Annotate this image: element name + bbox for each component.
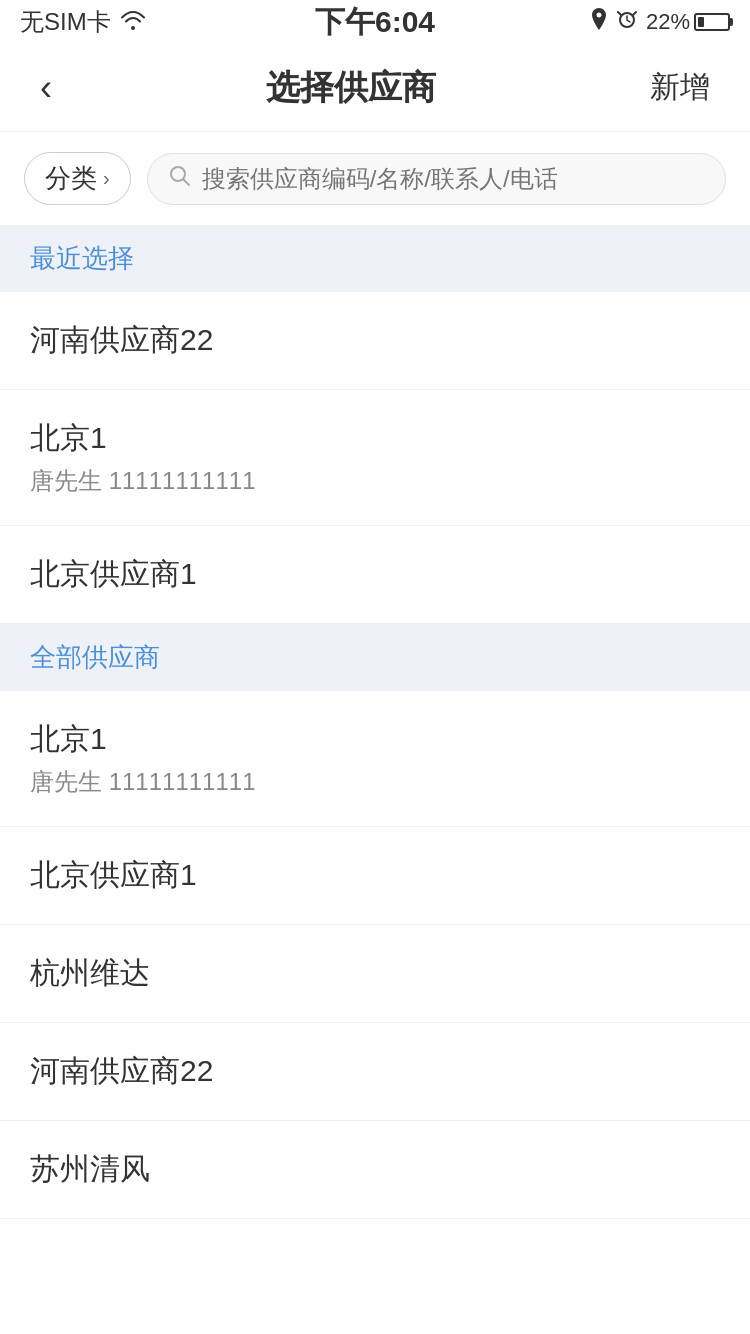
all-list-item[interactable]: 河南供应商22 [0, 1023, 750, 1121]
item-name: 河南供应商22 [30, 320, 720, 361]
recent-section-label: 最近选择 [30, 243, 134, 273]
wifi-icon [119, 8, 147, 36]
item-name: 河南供应商22 [30, 1051, 720, 1092]
battery-box [694, 13, 730, 31]
item-name: 北京供应商1 [30, 855, 720, 896]
carrier-text: 无SIM卡 [20, 6, 111, 38]
status-time: 下午6:04 [315, 2, 435, 43]
nav-bar: ‹ 选择供应商 新增 [0, 44, 750, 132]
battery-text: 22% [646, 9, 690, 35]
search-input[interactable] [202, 165, 705, 193]
status-left: 无SIM卡 [20, 6, 147, 38]
back-button[interactable]: ‹ [30, 57, 62, 119]
item-name: 北京1 [30, 719, 720, 760]
item-name: 北京供应商1 [30, 554, 720, 595]
all-list-item[interactable]: 杭州维达 [0, 925, 750, 1023]
alarm-icon [616, 8, 638, 36]
nav-title: 选择供应商 [266, 65, 436, 111]
item-name: 北京1 [30, 418, 720, 459]
item-name: 苏州清风 [30, 1149, 720, 1190]
item-name: 杭州维达 [30, 953, 720, 994]
all-section-label: 全部供应商 [30, 642, 160, 672]
all-section-header: 全部供应商 [0, 624, 750, 691]
battery-fill [698, 17, 704, 27]
all-list-item[interactable]: 北京供应商1 [0, 827, 750, 925]
category-filter-button[interactable]: 分类 › [24, 152, 131, 205]
search-box[interactable] [147, 153, 726, 205]
all-list-item[interactable]: 北京1 唐先生 11111111111 [0, 691, 750, 827]
all-list: 北京1 唐先生 11111111111 北京供应商1 杭州维达河南供应商22 苏州清风 [0, 691, 750, 1219]
new-button[interactable]: 新增 [640, 57, 720, 118]
status-bar: 无SIM卡 下午6:04 22% [0, 0, 750, 44]
all-list-item[interactable]: 苏州清风 [0, 1121, 750, 1219]
item-sub: 唐先生 11111111111 [30, 465, 720, 497]
recent-list-item[interactable]: 北京1 唐先生 11111111111 [0, 390, 750, 526]
recent-list: 河南供应商22 北京1 唐先生 11111111111 北京供应商1 [0, 292, 750, 624]
status-right: 22% [590, 8, 730, 36]
item-sub: 唐先生 11111111111 [30, 766, 720, 798]
filter-bar: 分类 › [0, 132, 750, 225]
chevron-right-icon: › [103, 167, 110, 190]
category-label: 分类 [45, 161, 97, 196]
battery-indicator: 22% [646, 9, 730, 35]
recent-list-item[interactable]: 河南供应商22 [0, 292, 750, 390]
recent-section-header: 最近选择 [0, 225, 750, 292]
search-icon [168, 164, 192, 194]
location-icon [590, 8, 608, 36]
recent-list-item[interactable]: 北京供应商1 [0, 526, 750, 624]
